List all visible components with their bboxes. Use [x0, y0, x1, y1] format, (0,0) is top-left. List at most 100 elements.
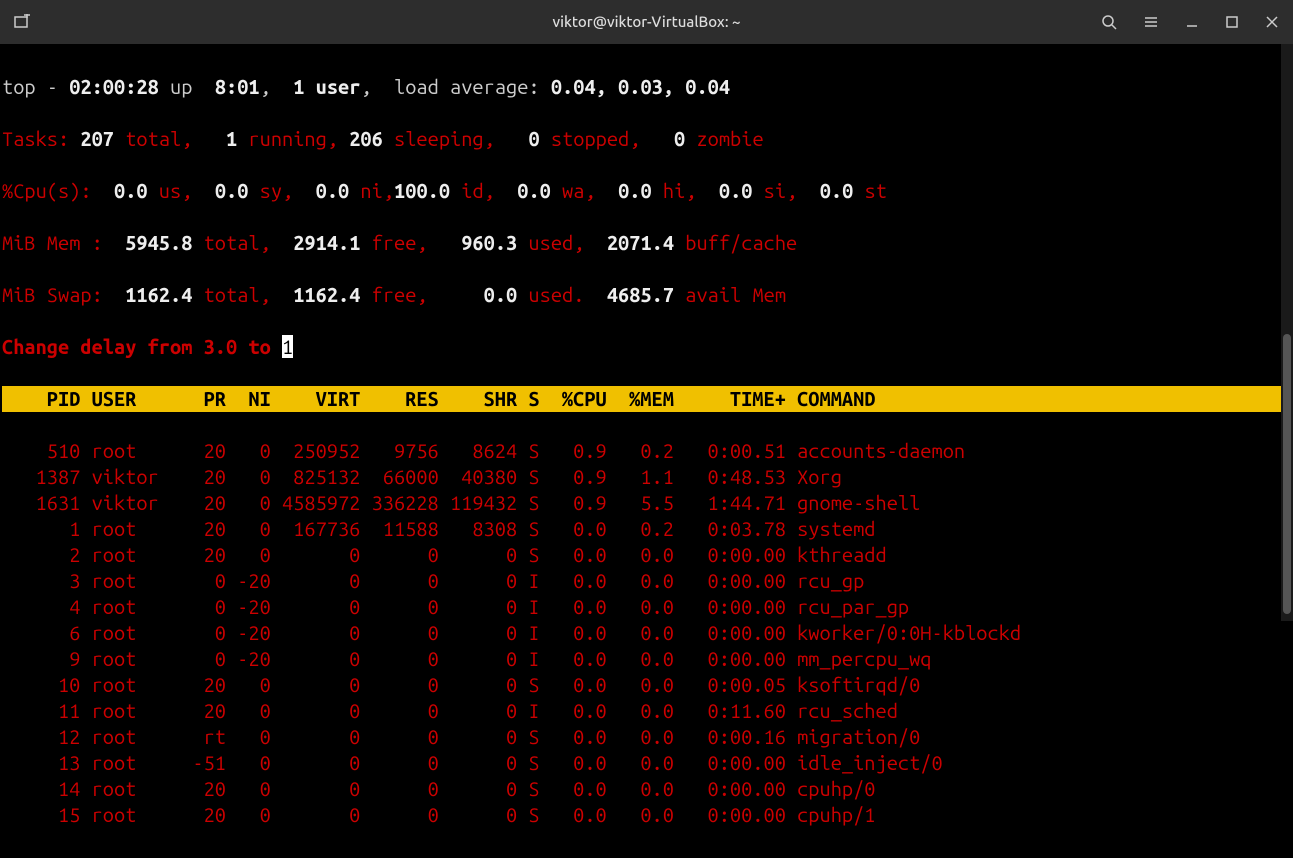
summary-tasks: Tasks: 207 total, 1 running, 206 sleepin…: [2, 126, 1291, 152]
cell-shr: 0: [439, 568, 517, 594]
cell-shr: 0: [439, 594, 517, 620]
table-row: 6root0-20000I0.00.00:00.00kworker/0:0H-k…: [2, 620, 1291, 646]
cell-cpu: 0.0: [540, 750, 607, 776]
cell-cpu: 0.0: [540, 776, 607, 802]
cell-shr: 40380: [439, 464, 517, 490]
cell-pr: 0: [181, 594, 226, 620]
summary-mem: MiB Mem : 5945.8 total, 2914.1 free, 960…: [2, 230, 1291, 256]
cell-mem: 0.0: [607, 672, 674, 698]
cell-virt: 0: [271, 776, 361, 802]
cell-user: root: [80, 568, 181, 594]
hamburger-menu-icon[interactable]: [1143, 14, 1159, 30]
cell-pid: 1631: [2, 490, 80, 516]
cell-virt: 0: [271, 542, 361, 568]
cell-res: 0: [360, 594, 438, 620]
cell-time: 0:00.00: [674, 802, 786, 828]
cell-user: root: [80, 594, 181, 620]
cell-user: root: [80, 776, 181, 802]
cell-s: S: [517, 516, 539, 542]
cell-user: root: [80, 672, 181, 698]
cell-s: I: [517, 646, 539, 672]
cell-s: S: [517, 672, 539, 698]
scrollbar-thumb[interactable]: [1283, 334, 1291, 614]
search-icon[interactable]: [1101, 14, 1117, 30]
cell-cmd: kthreadd: [786, 542, 887, 568]
cell-cpu: 0.0: [540, 646, 607, 672]
cell-s: S: [517, 542, 539, 568]
cell-time: 0:00.00: [674, 776, 786, 802]
scrollbar[interactable]: [1281, 44, 1293, 621]
cell-ni: 0: [226, 438, 271, 464]
cell-cpu: 0.9: [540, 464, 607, 490]
cell-shr: 0: [439, 620, 517, 646]
window-titlebar: viktor@viktor-VirtualBox: ~: [0, 0, 1293, 44]
cell-mem: 0.0: [607, 646, 674, 672]
summary-swap: MiB Swap: 1162.4 total, 1162.4 free, 0.0…: [2, 282, 1291, 308]
cell-ni: 0: [226, 672, 271, 698]
maximize-icon[interactable]: [1225, 15, 1239, 29]
cell-user: root: [80, 646, 181, 672]
terminal-output[interactable]: top - 02:00:28 up 8:01, 1 user, load ave…: [0, 44, 1293, 858]
cell-time: 0:00.00: [674, 568, 786, 594]
summary-uptime: top - 02:00:28 up 8:01, 1 user, load ave…: [2, 74, 1291, 100]
cell-cpu: 0.0: [540, 594, 607, 620]
cell-res: 336228: [360, 490, 438, 516]
table-row: 4root0-20000I0.00.00:00.00rcu_par_gp: [2, 594, 1291, 620]
cell-pr: 20: [181, 438, 226, 464]
cell-shr: 0: [439, 646, 517, 672]
table-row: 2root200000S0.00.00:00.00kthreadd: [2, 542, 1291, 568]
cell-cpu: 0.0: [540, 724, 607, 750]
cell-ni: 0: [226, 464, 271, 490]
cell-time: 0:00.16: [674, 724, 786, 750]
new-tab-icon[interactable]: [14, 14, 30, 30]
cell-cpu: 0.9: [540, 490, 607, 516]
process-list: 510root20025095297568624S0.90.20:00.51ac…: [2, 438, 1291, 828]
cell-pr: 20: [181, 802, 226, 828]
cell-mem: 0.2: [607, 438, 674, 464]
cell-time: 0:03.78: [674, 516, 786, 542]
delay-prompt[interactable]: Change delay from 3.0 to 1: [2, 334, 1291, 360]
cell-pr: 20: [181, 490, 226, 516]
close-icon[interactable]: [1265, 15, 1279, 29]
cell-cmd: gnome-shell: [786, 490, 920, 516]
prompt-input[interactable]: 1: [282, 335, 293, 358]
cell-shr: 8308: [439, 516, 517, 542]
cell-res: 0: [360, 542, 438, 568]
cell-pr: 20: [181, 464, 226, 490]
cell-ni: 0: [226, 516, 271, 542]
cell-s: S: [517, 464, 539, 490]
cell-virt: 0: [271, 698, 361, 724]
cell-cmd: Xorg: [786, 464, 842, 490]
cell-virt: 0: [271, 620, 361, 646]
cell-pid: 4: [2, 594, 80, 620]
table-row: 11root200000I0.00.00:11.60rcu_sched: [2, 698, 1291, 724]
cell-time: 0:00.00: [674, 646, 786, 672]
cell-mem: 0.0: [607, 698, 674, 724]
cell-res: 0: [360, 698, 438, 724]
cell-pid: 13: [2, 750, 80, 776]
cell-mem: 0.0: [607, 594, 674, 620]
cell-res: 11588: [360, 516, 438, 542]
cell-pid: 510: [2, 438, 80, 464]
table-row: 15root200000S0.00.00:00.00cpuhp/1: [2, 802, 1291, 828]
cell-mem: 0.0: [607, 724, 674, 750]
cell-pid: 3: [2, 568, 80, 594]
cell-pid: 11: [2, 698, 80, 724]
cell-shr: 8624: [439, 438, 517, 464]
cell-user: viktor: [80, 464, 181, 490]
cell-time: 1:44.71: [674, 490, 786, 516]
minimize-icon[interactable]: [1185, 15, 1199, 29]
cell-shr: 0: [439, 802, 517, 828]
cell-pid: 1387: [2, 464, 80, 490]
cell-user: root: [80, 516, 181, 542]
cell-ni: -20: [226, 620, 271, 646]
cell-user: root: [80, 724, 181, 750]
cell-time: 0:48.53: [674, 464, 786, 490]
table-row: 14root200000S0.00.00:00.00cpuhp/0: [2, 776, 1291, 802]
cell-user: root: [80, 802, 181, 828]
cell-mem: 0.2: [607, 516, 674, 542]
cell-user: root: [80, 698, 181, 724]
cell-user: viktor: [80, 490, 181, 516]
cell-cpu: 0.0: [540, 698, 607, 724]
cell-pr: -51: [181, 750, 226, 776]
